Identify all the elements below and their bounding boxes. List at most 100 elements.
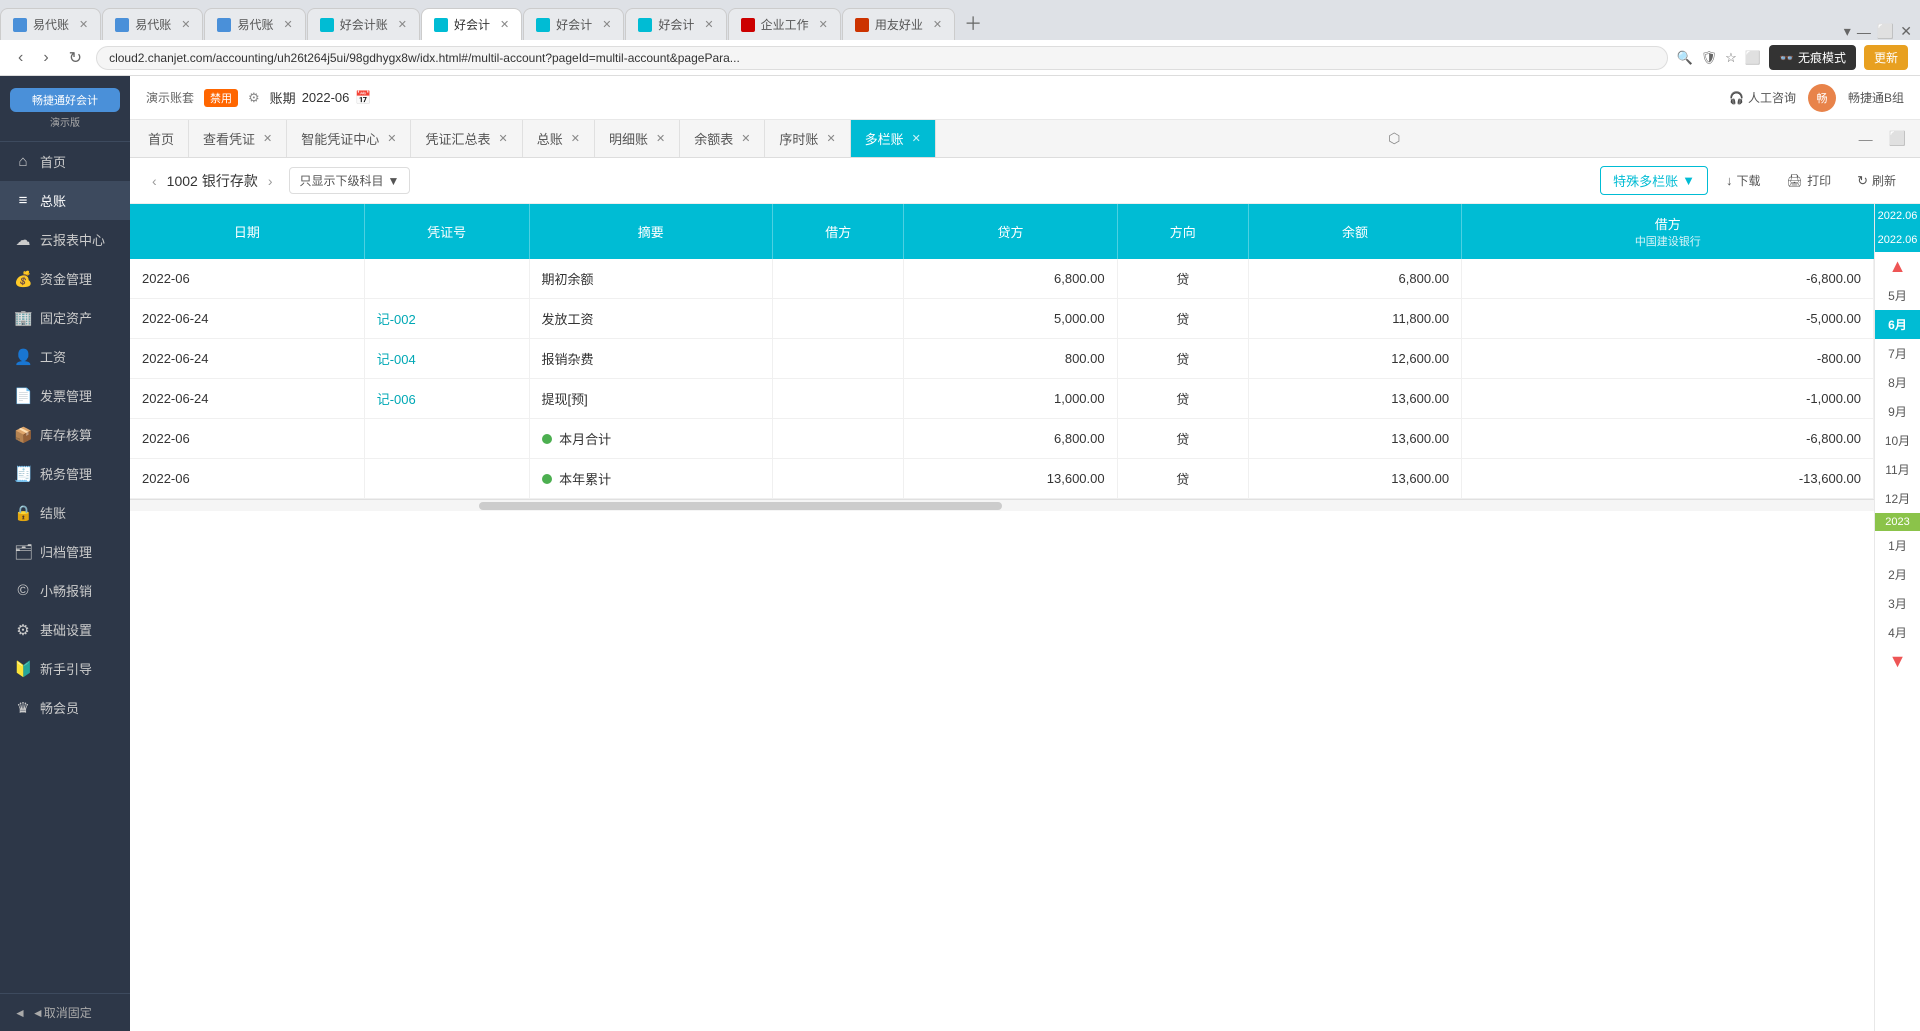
sidebar-item-cloud[interactable]: ☁ 云报表中心	[0, 220, 130, 259]
sidebar-item-home[interactable]: ⌂ 首页	[0, 142, 130, 181]
timeline-month-4[interactable]: 4月	[1875, 618, 1920, 647]
tab-detail-close[interactable]: ✕	[656, 132, 665, 145]
timeline-scroll-down-button[interactable]: ▼	[1889, 647, 1907, 676]
tab-sequence-close[interactable]: ✕	[826, 132, 835, 145]
sidebar-item-archive[interactable]: 🗂 归档管理	[0, 532, 130, 571]
service-button[interactable]: 🎧 人工咨询	[1729, 89, 1796, 106]
voucher-link[interactable]: 记-002	[377, 312, 416, 327]
voucher-link[interactable]: 记-004	[377, 352, 416, 367]
print-button[interactable]: 🖨 打印	[1779, 168, 1840, 193]
tab-close-4[interactable]: ✕	[398, 18, 407, 31]
tab-minimize-icon[interactable]: ▾	[1844, 23, 1851, 40]
sidebar-item-fixed[interactable]: 🏢 固定资产	[0, 298, 130, 337]
browser-tab-8[interactable]: 企业工作 ✕	[728, 8, 841, 40]
star-icon[interactable]: ☆	[1725, 50, 1737, 66]
tab-collapse-button[interactable]: ⬡	[1380, 130, 1408, 147]
browser-tab-6[interactable]: 好会计 ✕	[523, 8, 624, 40]
tab-close-5[interactable]: ✕	[500, 18, 509, 31]
voucher-link[interactable]: 记-006	[377, 392, 416, 407]
window-minimize-button[interactable]: —	[1857, 24, 1871, 40]
tab-detail[interactable]: 明细账 ✕	[595, 120, 680, 158]
tab-balance[interactable]: 余额表 ✕	[680, 120, 765, 158]
timeline-month-2[interactable]: 2月	[1875, 560, 1920, 589]
back-button[interactable]: ‹	[12, 47, 29, 69]
timeline-month-12[interactable]: 12月	[1875, 484, 1920, 513]
tab-close-8[interactable]: ✕	[819, 18, 828, 31]
tab-balance-close[interactable]: ✕	[741, 132, 750, 145]
window-close-button[interactable]: ✕	[1900, 23, 1912, 40]
sidebar-item-ledger[interactable]: ≡ 总账	[0, 181, 130, 220]
timeline-month-11[interactable]: 11月	[1875, 455, 1920, 484]
sidebar-item-guide[interactable]: 🔰 新手引导	[0, 649, 130, 688]
tab-close-6[interactable]: ✕	[602, 18, 611, 31]
prev-subject-button[interactable]: ‹	[146, 171, 163, 191]
tab-close-1[interactable]: ✕	[79, 18, 88, 31]
timeline-month-5[interactable]: 5月	[1875, 281, 1920, 310]
url-input[interactable]	[96, 46, 1668, 70]
browser-tab-7[interactable]: 好会计 ✕	[625, 8, 726, 40]
sidebar-collapse-button[interactable]: ◄ ◄取消固定	[0, 993, 130, 1031]
tab-close-2[interactable]: ✕	[181, 18, 190, 31]
next-subject-button[interactable]: ›	[262, 171, 279, 191]
filter-button[interactable]: 只显示下级科目 ▼	[289, 167, 411, 194]
refresh-button[interactable]: ↻ 刷新	[1849, 168, 1904, 193]
panel-minimize-icon[interactable]: —	[1853, 129, 1879, 149]
tab-general[interactable]: 总账 ✕	[523, 120, 595, 158]
tab-close-9[interactable]: ✕	[933, 18, 942, 31]
tab-sequence[interactable]: 序时账 ✕	[765, 120, 850, 158]
update-button[interactable]: 更新	[1864, 45, 1908, 70]
browser-tab-1[interactable]: 易代账 ✕	[0, 8, 101, 40]
tab-multi-close[interactable]: ✕	[912, 132, 921, 145]
sidebar-item-settings[interactable]: ⚙ 基础设置	[0, 610, 130, 649]
tab-smart-close[interactable]: ✕	[387, 132, 396, 145]
sidebar-item-salary[interactable]: 👤 工资	[0, 337, 130, 376]
tab-home[interactable]: 首页	[134, 120, 189, 158]
stealth-mode-button[interactable]: 👓 无痕模式	[1769, 45, 1856, 70]
calendar-icon[interactable]: 📅	[355, 90, 371, 106]
panel-expand-icon[interactable]: ⬜	[1883, 128, 1912, 149]
timeline-month-7[interactable]: 7月	[1875, 339, 1920, 368]
tab-general-close[interactable]: ✕	[571, 132, 580, 145]
browser-tab-4[interactable]: 好会计账 ✕	[307, 8, 420, 40]
browser-tab-9[interactable]: 用友好业 ✕	[842, 8, 955, 40]
settings-gear-icon[interactable]: ⚙	[248, 90, 260, 106]
sidebar-item-member[interactable]: ♛ 畅会员	[0, 688, 130, 727]
new-tab-button[interactable]: ＋	[956, 8, 990, 40]
download-button[interactable]: ↓ 下载	[1718, 168, 1769, 193]
search-icon[interactable]: 🔍	[1676, 50, 1692, 66]
browser-tab-3[interactable]: 易代账 ✕	[204, 8, 305, 40]
timeline-month-6[interactable]: 6月	[1875, 310, 1920, 339]
scrollbar-thumb[interactable]	[479, 502, 1002, 510]
extensions-icon[interactable]: ⬜	[1745, 50, 1761, 66]
sidebar-item-tax[interactable]: 🧾 税务管理	[0, 454, 130, 493]
forward-button[interactable]: ›	[37, 47, 54, 69]
timeline-year-2023[interactable]: 2023	[1875, 513, 1920, 531]
timeline-month-8[interactable]: 8月	[1875, 368, 1920, 397]
tab-multi[interactable]: 多栏账 ✕	[851, 120, 936, 158]
timeline-month-3[interactable]: 3月	[1875, 589, 1920, 618]
timeline-month-10[interactable]: 10月	[1875, 426, 1920, 455]
browser-tab-5[interactable]: 好会计 ✕	[421, 8, 522, 40]
tab-close-3[interactable]: ✕	[283, 18, 292, 31]
sidebar-item-inventory[interactable]: 📦 库存核算	[0, 415, 130, 454]
browser-tab-2[interactable]: 易代账 ✕	[102, 8, 203, 40]
tab-view-close[interactable]: ✕	[263, 132, 272, 145]
timeline-scroll-up-button[interactable]: ▲	[1889, 252, 1907, 281]
window-maximize-button[interactable]: ⬜	[1877, 23, 1894, 40]
reload-button[interactable]: ↻	[63, 46, 88, 70]
tab-view[interactable]: 查看凭证 ✕	[189, 120, 287, 158]
avatar[interactable]: 畅	[1808, 84, 1836, 112]
horizontal-scrollbar[interactable]	[130, 499, 1874, 511]
timeline-month-9[interactable]: 9月	[1875, 397, 1920, 426]
shield-icon[interactable]: 🛡	[1701, 50, 1718, 66]
tab-summary-close[interactable]: ✕	[499, 132, 508, 145]
timeline-month-1[interactable]: 1月	[1875, 531, 1920, 560]
sidebar-item-funds[interactable]: 💰 资金管理	[0, 259, 130, 298]
tab-summary[interactable]: 凭证汇总表 ✕	[411, 120, 522, 158]
sidebar-item-invoice[interactable]: 📄 发票管理	[0, 376, 130, 415]
special-multicolumn-button[interactable]: 特殊多栏账 ▼	[1600, 166, 1708, 195]
tab-close-7[interactable]: ✕	[704, 18, 713, 31]
sidebar-item-expense[interactable]: © 小畅报销	[0, 571, 130, 610]
sidebar-item-close[interactable]: 🔒 结账	[0, 493, 130, 532]
tab-smart[interactable]: 智能凭证中心 ✕	[287, 120, 411, 158]
